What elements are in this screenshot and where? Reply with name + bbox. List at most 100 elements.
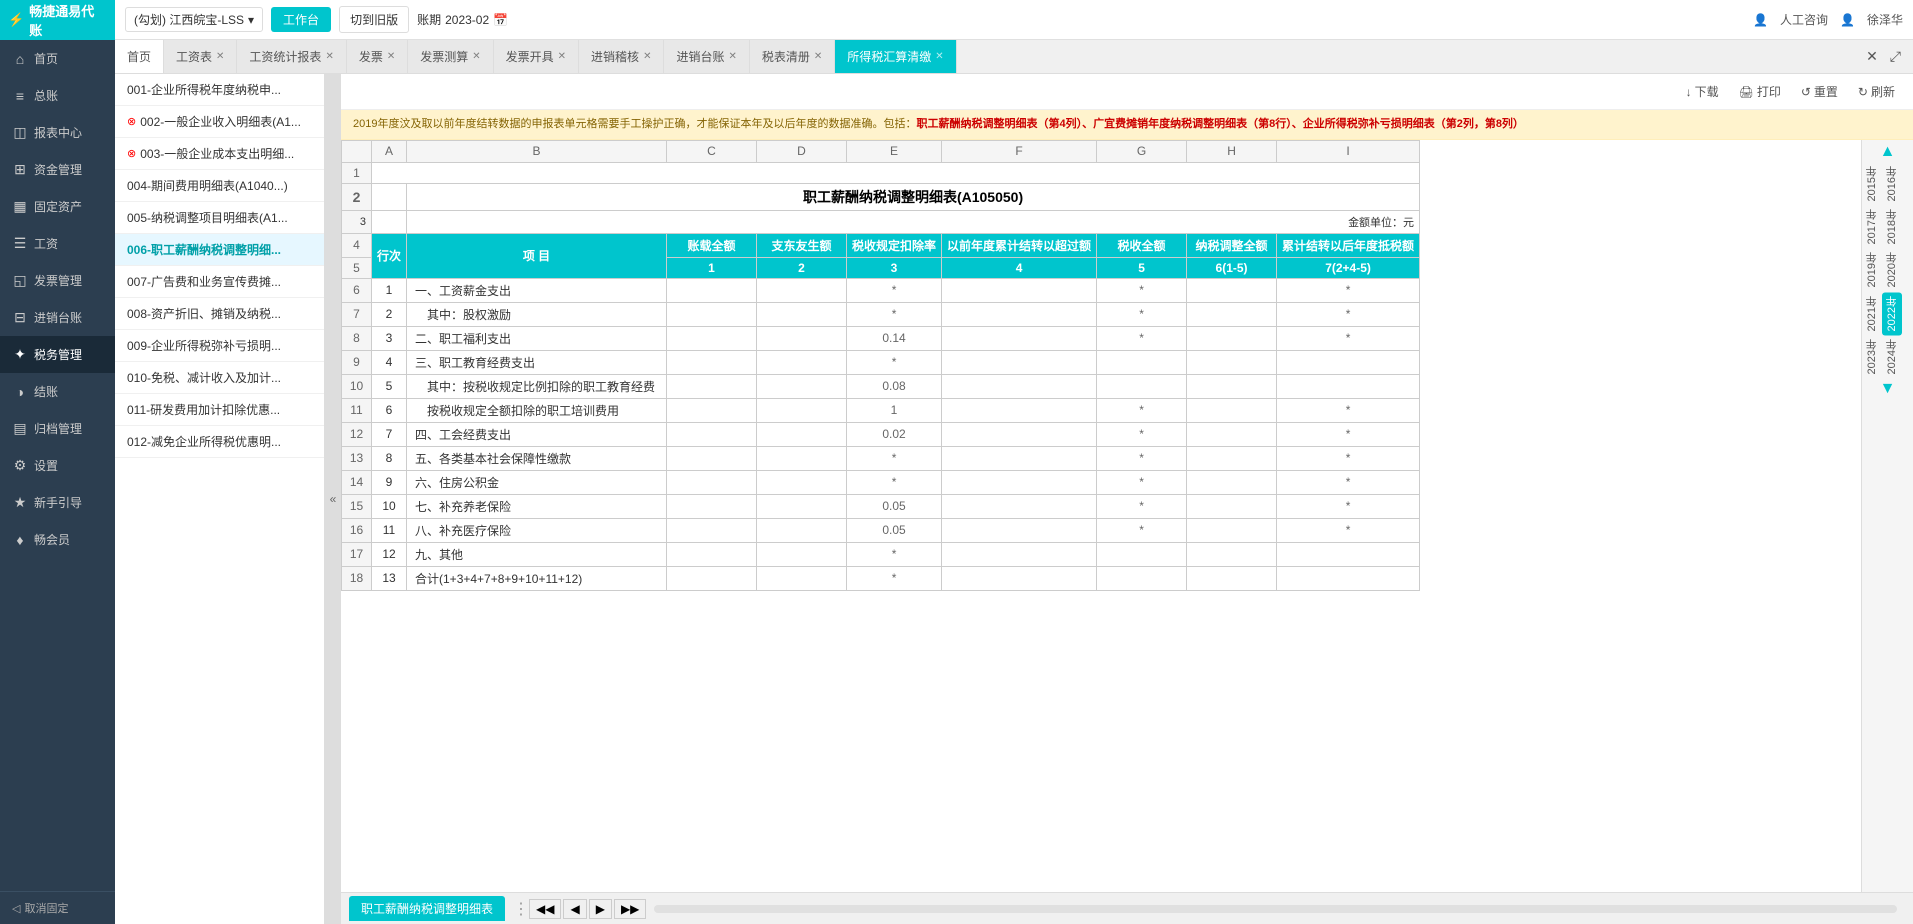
sidebar-item-fixed-assets[interactable]: ▦固定资产 — [0, 188, 115, 225]
switch-old-button[interactable]: 切到旧版 — [339, 6, 409, 33]
tab-tax-clearance[interactable]: 税表清册✕ — [750, 40, 835, 73]
workspace-button[interactable]: 工作台 — [271, 7, 331, 32]
left-panel-item-003[interactable]: ⊗003-一般企业成本支出明细... — [115, 138, 324, 170]
tab-close-invoice-calc[interactable]: ✕ — [472, 51, 480, 62]
tab-invoice[interactable]: 发票✕ — [347, 40, 408, 73]
support-label[interactable]: 人工咨询 — [1780, 11, 1828, 28]
tab-close-tax-clearance[interactable]: ✕ — [814, 51, 822, 62]
left-panel-label-007: 007-广告费和业务宣传费摊... — [127, 273, 281, 290]
year-sidebar: ▲ 2015年2016年2017年2018年2019年2020年2021年202… — [1861, 140, 1913, 893]
year-down-button[interactable]: ▼ — [1880, 381, 1896, 397]
year-btn-2022[interactable]: 2022年 — [1882, 292, 1902, 335]
refresh-button[interactable]: ↻ 刷新 — [1852, 80, 1901, 103]
sidebar-item-home[interactable]: ⌂首页 — [0, 40, 115, 77]
instock-icon: ⊟ — [12, 309, 28, 326]
tab-invoice-open[interactable]: 发票开具✕ — [494, 40, 579, 73]
user-label[interactable]: 徐泽华 — [1867, 11, 1903, 28]
new-guide-icon: ★ — [12, 494, 28, 511]
sidebar-item-settings[interactable]: ⚙设置 — [0, 447, 115, 484]
tab-close-invoice[interactable]: ✕ — [387, 51, 395, 62]
tab-income-tax[interactable]: 所得税汇算清缴✕ — [835, 40, 956, 73]
year-btn-2020[interactable]: 2020年 — [1882, 248, 1902, 291]
table-row: 8 3 二、职工福利支出 0.14 * * — [342, 326, 1420, 350]
tab-close-instock-verify[interactable]: ✕ — [643, 51, 651, 62]
sheet-nav-first[interactable]: ◀◀ — [529, 899, 561, 919]
left-panel-item-002[interactable]: ⊗002-一般企业收入明细表(A1... — [115, 106, 324, 138]
tab-invoice-calc[interactable]: 发票测算✕ — [408, 40, 493, 73]
col-header-f: 以前年度累计结转以超过额 — [942, 233, 1097, 257]
sidebar-item-archive[interactable]: ▤归档管理 — [0, 410, 115, 447]
table-row: 4 行次 项 目 账载全额 支东友生额 税收规定扣除率 以前年度累计结转以超过额… — [342, 233, 1420, 257]
close-tab-button[interactable]: ✕ — [1862, 46, 1882, 67]
collapse-panel-button[interactable]: « — [325, 74, 341, 924]
tab-close-payroll[interactable]: ✕ — [216, 51, 224, 62]
year-btn-2017[interactable]: 2017年 — [1862, 205, 1882, 248]
col-header-i: 累计结转以后年度抵税额 — [1277, 233, 1420, 257]
sidebar-item-instock[interactable]: ⊟进销台账 — [0, 299, 115, 336]
left-panel-item-007[interactable]: 007-广告费和业务宣传费摊... — [115, 266, 324, 298]
bottom-bar: 职工薪酬纳税调整明细表 ⋮ ◀◀ ◀ ▶ ▶▶ — [341, 892, 1913, 924]
sidebar-item-member[interactable]: ♦畅会员 — [0, 521, 115, 558]
tab-home[interactable]: 首页 — [115, 40, 164, 73]
company-selector[interactable]: (勾划) 江西皖宝-LSS ▾ — [125, 7, 263, 32]
download-icon: ↓ — [1686, 85, 1692, 99]
print-button[interactable]: 🖨 打印 — [1733, 80, 1787, 103]
tab-close-income-tax[interactable]: ✕ — [935, 51, 943, 62]
left-panel-item-004[interactable]: 004-期间费用明细表(A1040...) — [115, 170, 324, 202]
sidebar-item-payroll-mgmt[interactable]: ☰工资 — [0, 225, 115, 262]
year-btn-2019[interactable]: 2019年 — [1862, 248, 1882, 291]
topbar: (勾划) 江西皖宝-LSS ▾ 工作台 切到旧版 账期 2023-02 📅 👤 … — [115, 0, 1913, 40]
sidebar-item-general[interactable]: ≡总账 — [0, 77, 115, 114]
tab-close-invoice-open[interactable]: ✕ — [558, 51, 566, 62]
year-btn-2016[interactable]: 2016年 — [1882, 162, 1902, 205]
left-panel-item-011[interactable]: 011-研发费用加计扣除优惠... — [115, 394, 324, 426]
reset-button[interactable]: ↺ 重置 — [1795, 80, 1844, 103]
invoice-mgmt-icon: ◱ — [12, 272, 28, 289]
tab-payroll[interactable]: 工资表✕ — [164, 40, 237, 73]
left-panel-item-001[interactable]: 001-企业所得税年度纳税申... — [115, 74, 324, 106]
more-sheets-icon[interactable]: ⋮ — [513, 899, 529, 919]
table-row: 9 4 三、职工教育经费支出 * — [342, 350, 1420, 374]
left-panel-label-003: 003-一般企业成本支出明细... — [140, 145, 294, 162]
year-btn-2018[interactable]: 2018年 — [1882, 205, 1902, 248]
col-header-d: D — [757, 140, 847, 162]
sidebar-item-assets-mgmt[interactable]: ⊞资金管理 — [0, 151, 115, 188]
sheet-nav-prev[interactable]: ◀ — [563, 899, 586, 919]
sidebar-label-archive: 归档管理 — [34, 420, 82, 437]
year-btn-2015[interactable]: 2015年 — [1862, 162, 1882, 205]
error-icon: ⊗ — [127, 115, 136, 128]
year-btn-2024[interactable]: 2024年 — [1882, 335, 1902, 378]
left-panel-item-010[interactable]: 010-免税、减计收入及加计... — [115, 362, 324, 394]
tab-close-instock-ledger[interactable]: ✕ — [728, 51, 736, 62]
year-btn-2023[interactable]: 2023年 — [1862, 335, 1882, 378]
tab-instock-ledger[interactable]: 进销台账✕ — [664, 40, 749, 73]
tab-payroll-stats[interactable]: 工资统计报表✕ — [237, 40, 346, 73]
left-panel-label-010: 010-免税、减计收入及加计... — [127, 369, 281, 386]
sheet-scroll[interactable]: A B C D E F G H I 1 2 — [341, 140, 1861, 893]
left-panel-item-012[interactable]: 012-减免企业所得税优惠明... — [115, 426, 324, 458]
year-up-button[interactable]: ▲ — [1880, 144, 1896, 160]
cancel-fixed-btn[interactable]: ◁ 取消固定 — [0, 892, 115, 924]
maximize-tab-button[interactable]: ⤢ — [1886, 46, 1905, 67]
sidebar-item-new-guide[interactable]: ★新手引导 — [0, 484, 115, 521]
sidebar-item-invoice-mgmt[interactable]: ◱发票管理 — [0, 262, 115, 299]
tab-close-payroll-stats[interactable]: ✕ — [325, 51, 333, 62]
sheet-nav-last[interactable]: ▶▶ — [614, 899, 646, 919]
left-panel-item-006[interactable]: 006-职工薪酬纳税调整明细... — [115, 234, 324, 266]
download-button[interactable]: ↓ 下载 — [1680, 80, 1725, 103]
left-panel-label-005: 005-纳税调整项目明细表(A1... — [127, 209, 288, 226]
sidebar-label-report: 报表中心 — [34, 124, 82, 141]
sidebar-item-settlement[interactable]: ◑结账 — [0, 373, 115, 410]
content-area: 001-企业所得税年度纳税申...⊗002-一般企业收入明细表(A1...⊗00… — [115, 74, 1913, 924]
sheet-nav-next[interactable]: ▶ — [589, 899, 612, 919]
left-panel-item-008[interactable]: 008-资产折旧、摊销及纳税... — [115, 298, 324, 330]
col-header-e: E — [847, 140, 942, 162]
sidebar-item-tax-mgmt[interactable]: ✦税务管理 — [0, 336, 115, 373]
left-panel-item-009[interactable]: 009-企业所得税弥补亏损明... — [115, 330, 324, 362]
bottom-sheet-tab[interactable]: 职工薪酬纳税调整明细表 — [349, 896, 505, 921]
year-btn-2021[interactable]: 2021年 — [1862, 292, 1882, 335]
left-panel-item-005[interactable]: 005-纳税调整项目明细表(A1... — [115, 202, 324, 234]
sidebar-item-report[interactable]: ◫报表中心 — [0, 114, 115, 151]
horizontal-scrollbar[interactable] — [654, 905, 1897, 913]
tab-instock-verify[interactable]: 进销稽核✕ — [579, 40, 664, 73]
